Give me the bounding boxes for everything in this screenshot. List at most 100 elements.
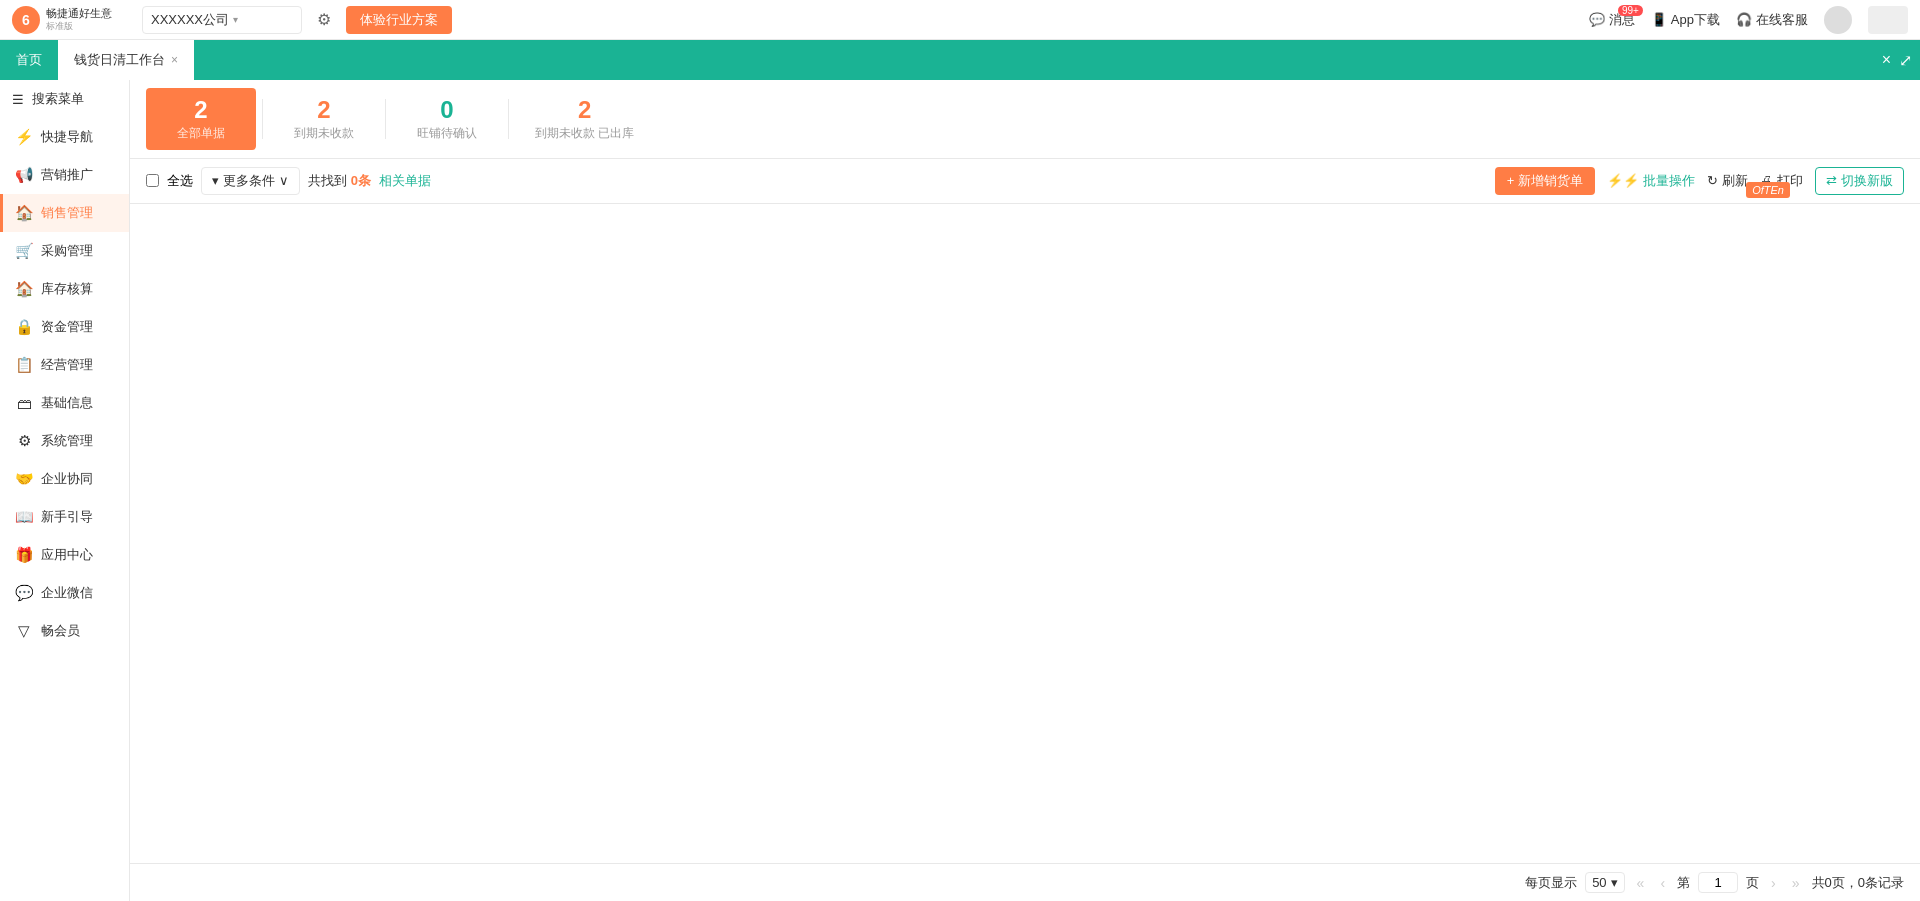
stat-number-all: 2 (194, 96, 207, 125)
basic-icon: 🗃 (15, 395, 33, 412)
page-last-btn[interactable]: » (1788, 873, 1804, 893)
page-next-btn[interactable]: › (1767, 873, 1780, 893)
stat-divider-2 (385, 99, 386, 139)
sidebar-item-marketing[interactable]: 📢 营销推广 (0, 156, 129, 194)
user-name[interactable] (1868, 6, 1908, 34)
sidebar-item-weixin[interactable]: 💬 企业微信 (0, 574, 129, 612)
print-btn[interactable]: 🖨 打印 (1760, 172, 1803, 190)
tab-home[interactable]: 首页 (0, 40, 58, 80)
select-all-checkbox[interactable] (146, 174, 159, 187)
message-icon: 💬 (1589, 12, 1605, 27)
stat-label-pending: 旺铺待确认 (417, 125, 477, 142)
sidebar-item-inventory[interactable]: 🏠 库存核算 (0, 270, 129, 308)
header-right: 💬 消息 99+ 📱 App下载 🎧 在线客服 (1589, 6, 1908, 34)
stat-number-overdue: 2 (317, 96, 330, 125)
switch-version-btn[interactable]: ⇄ 切换新版 (1815, 167, 1904, 195)
message-btn[interactable]: 💬 消息 99+ (1589, 11, 1635, 29)
industry-btn[interactable]: 体验行业方案 (346, 6, 452, 34)
page-label: 第 (1677, 874, 1690, 892)
logo-badge: 标准版 (46, 20, 112, 33)
sidebar-item-appstore[interactable]: 🎁 应用中心 (0, 536, 129, 574)
sidebar-label-capital: 资金管理 (41, 318, 93, 336)
sidebar-label-basic: 基础信息 (41, 394, 93, 412)
tab-close-icon[interactable]: × (171, 53, 178, 67)
sidebar-label-system: 系统管理 (41, 432, 93, 450)
sidebar-item-quick-nav[interactable]: ⚡ 快捷导航 (0, 118, 129, 156)
main-layout: ☰ 搜索菜单 ⚡ 快捷导航 📢 营销推广 🏠 销售管理 🛒 采购管理 🏠 库存核… (0, 80, 1920, 901)
tab-minimize-btn[interactable]: × (1882, 51, 1891, 69)
chevron-down-icon: ▾ (233, 14, 238, 25)
logo-text: 畅捷通好生意 (46, 6, 112, 20)
quick-nav-icon: ⚡ (15, 128, 33, 146)
sidebar-item-enterprise[interactable]: 🤝 企业协同 (0, 460, 129, 498)
stat-tab-pending[interactable]: 0 旺铺待确认 (392, 88, 502, 150)
tabbar-right: × ⤢ (1882, 51, 1920, 70)
select-all-label: 全选 (167, 172, 193, 190)
sidebar-label-quick-nav: 快捷导航 (41, 128, 93, 146)
sales-icon: 🏠 (15, 204, 33, 222)
table-area (130, 204, 1920, 863)
filter-icon: ▾ (212, 173, 219, 188)
stat-divider-1 (262, 99, 263, 139)
stats-bar: 2 全部单据 2 到期未收款 0 旺铺待确认 2 到期未收款 已出库 (130, 80, 1920, 159)
print-label: 打印 (1777, 172, 1803, 190)
page-prev-btn[interactable]: ‹ (1656, 873, 1669, 893)
sidebar-label-enterprise: 企业协同 (41, 470, 93, 488)
service-label: 在线客服 (1756, 11, 1808, 29)
batch-icon: ⚡⚡ (1607, 173, 1639, 188)
sidebar-label-inventory: 库存核算 (41, 280, 93, 298)
app-download-btn[interactable]: 📱 App下载 (1651, 11, 1720, 29)
appstore-icon: 🎁 (15, 546, 33, 564)
sidebar-search[interactable]: ☰ 搜索菜单 (0, 80, 129, 118)
sidebar-item-sales[interactable]: 🏠 销售管理 (0, 194, 129, 232)
tab-active[interactable]: 钱货日清工作台 × (58, 40, 194, 80)
related-btn[interactable]: 相关单据 (379, 172, 431, 190)
inventory-icon: 🏠 (15, 280, 33, 298)
sidebar-item-system[interactable]: ⚙ 系统管理 (0, 422, 129, 460)
switch-label: 切换新版 (1841, 172, 1893, 190)
sidebar-item-basic[interactable]: 🗃 基础信息 (0, 384, 129, 422)
logo-icon: 6 (12, 6, 40, 34)
marketing-icon: 📢 (15, 166, 33, 184)
filter-btn[interactable]: ▾ 更多条件 ∨ (201, 167, 300, 195)
sidebar-label-weixin: 企业微信 (41, 584, 93, 602)
stat-tab-all[interactable]: 2 全部单据 (146, 88, 256, 150)
page-size-value: 50 (1592, 875, 1606, 890)
tab-label: 钱货日清工作台 (74, 51, 165, 69)
stat-tab-overdue[interactable]: 2 到期未收款 (269, 88, 379, 150)
tabbar: 首页 钱货日清工作台 × × ⤢ (0, 40, 1920, 80)
search-label: 搜索菜单 (32, 90, 84, 108)
company-name: XXXXXX公司 (151, 11, 229, 29)
app-label: App下载 (1671, 11, 1720, 29)
page-size-select[interactable]: 50 ▾ (1585, 872, 1624, 893)
found-text: 共找到 0条 (308, 172, 371, 190)
sidebar-item-operation[interactable]: 📋 经营管理 (0, 346, 129, 384)
found-count: 0条 (351, 173, 371, 188)
sidebar-item-guide[interactable]: 📖 新手引导 (0, 498, 129, 536)
refresh-btn[interactable]: ↻ 刷新 (1707, 172, 1748, 190)
tab-maximize-btn[interactable]: ⤢ (1899, 51, 1912, 70)
enterprise-icon: 🤝 (15, 470, 33, 488)
stat-number-shipped: 2 (578, 96, 591, 125)
pagination: 每页显示 50 ▾ « ‹ 第 页 › » 共0页，0条记录 (130, 863, 1920, 901)
stat-number-pending: 0 (440, 96, 453, 125)
page-suffix: 页 (1746, 874, 1759, 892)
page-first-btn[interactable]: « (1633, 873, 1649, 893)
online-service-btn[interactable]: 🎧 在线客服 (1736, 11, 1808, 29)
sidebar-item-capital[interactable]: 🔒 资金管理 (0, 308, 129, 346)
sidebar-label-purchase: 采购管理 (41, 242, 93, 260)
company-selector[interactable]: XXXXXX公司 ▾ (142, 6, 302, 34)
new-sale-btn[interactable]: + 新增销货单 (1495, 167, 1595, 195)
batch-operation-btn[interactable]: ⚡⚡ 批量操作 (1607, 172, 1695, 190)
message-badge: 99+ (1618, 5, 1643, 16)
member-icon: ▽ (15, 622, 33, 640)
batch-label: 批量操作 (1643, 172, 1695, 190)
search-icon: ☰ (12, 92, 24, 107)
avatar[interactable] (1824, 6, 1852, 34)
sidebar-label-appstore: 应用中心 (41, 546, 93, 564)
sidebar-item-member[interactable]: ▽ 畅会员 (0, 612, 129, 650)
settings-icon[interactable]: ⚙ (310, 6, 338, 34)
stat-tab-shipped[interactable]: 2 到期未收款 已出库 (515, 88, 654, 150)
page-input[interactable] (1698, 872, 1738, 893)
sidebar-item-purchase[interactable]: 🛒 采购管理 (0, 232, 129, 270)
